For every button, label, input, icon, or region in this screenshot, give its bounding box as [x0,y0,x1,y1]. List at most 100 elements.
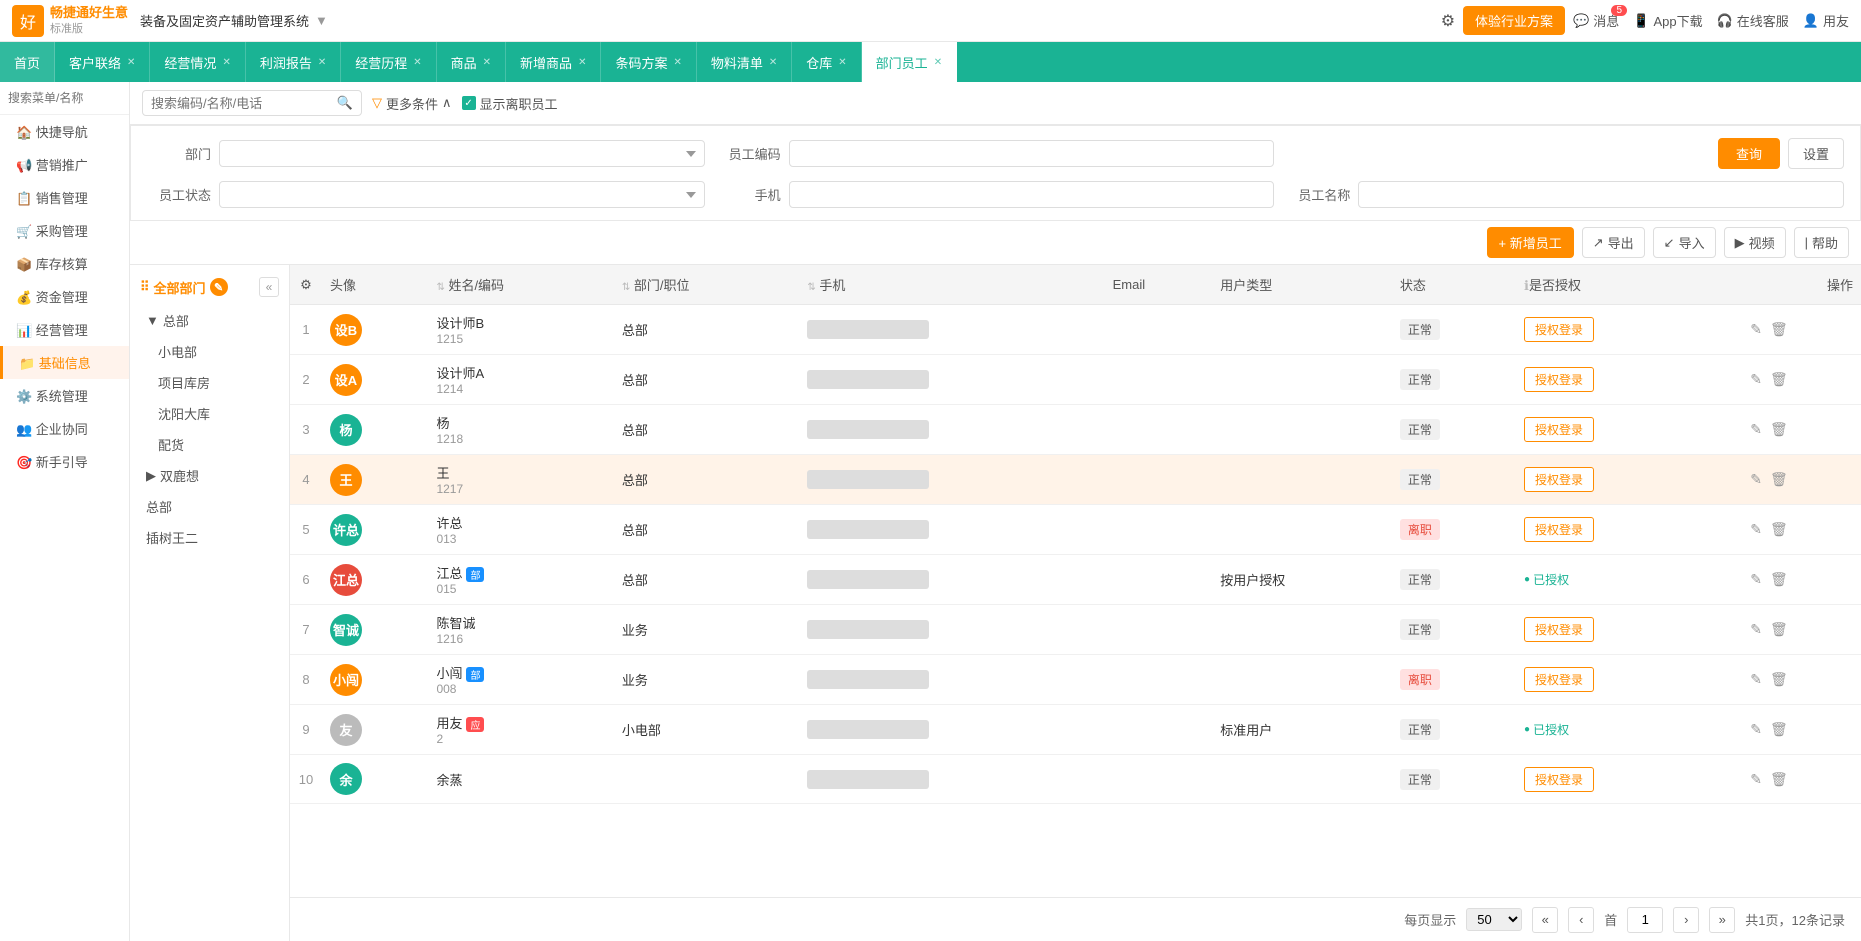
emp-status-select[interactable] [219,181,705,208]
dept-edit-icon[interactable]: ✎ [210,278,228,296]
last-page-button[interactable]: » [1709,907,1735,933]
edit-icon[interactable]: ✎ [1750,771,1762,788]
app-download-button[interactable]: 📱 App下载 [1633,11,1702,30]
dept-item-shenyang[interactable]: 沈阳大库 [142,398,289,429]
search-button[interactable]: 查询 [1718,138,1780,169]
emp-name-input[interactable] [1358,181,1844,208]
sidebar-item-system[interactable]: ⚙️ 系统管理 [0,379,129,412]
edit-icon[interactable]: ✎ [1750,421,1762,438]
settings-icon[interactable]: ⚙ [1441,11,1455,31]
edit-icon[interactable]: ✎ [1750,471,1762,488]
sidebar-item-guide[interactable]: 🎯 新手引导 [0,445,129,478]
sidebar-item-basic[interactable]: 📁 基础信息 [0,346,129,379]
more-conditions-button[interactable]: ▽ 更多条件 ∧ [372,94,452,113]
tab-home[interactable]: 首页 [0,42,55,82]
dept-item-project[interactable]: 项目库房 [142,367,289,398]
delete-icon[interactable]: 🗑 [1770,621,1788,638]
delete-icon[interactable]: 🗑 [1770,771,1788,788]
close-icon[interactable]: ✕ [673,57,681,68]
delete-icon[interactable]: 🗑 [1770,721,1788,738]
delete-icon[interactable]: 🗑 [1770,421,1788,438]
dept-group-shuanglu[interactable]: ▶ 双鹿想 [130,460,289,491]
authorize-button[interactable]: 授权登录 [1524,467,1594,492]
delete-icon[interactable]: 🗑 [1770,571,1788,588]
delete-icon[interactable]: 🗑 [1770,321,1788,338]
tab-history[interactable]: 经营历程 ✕ [341,42,436,82]
edit-icon[interactable]: ✎ [1750,671,1762,688]
first-page-button[interactable]: « [1532,907,1558,933]
close-icon[interactable]: ✕ [127,57,135,68]
authorize-button[interactable]: 授权登录 [1524,417,1594,442]
authorize-button[interactable]: 授权登录 [1524,517,1594,542]
show-resigned-toggle[interactable]: 显示离职员工 [462,94,558,113]
col-name[interactable]: ⇅ 姓名/编码 [428,265,613,305]
delete-icon[interactable]: 🗑 [1770,671,1788,688]
page-size-select[interactable]: 50 20 100 [1466,908,1522,931]
authorize-button[interactable]: 授权登录 [1524,367,1594,392]
tab-add-goods[interactable]: 新增商品 ✕ [506,42,601,82]
message-button[interactable]: 💬 消息 5 [1573,11,1619,30]
next-page-button[interactable]: › [1673,907,1699,933]
edit-icon[interactable]: ✎ [1750,371,1762,388]
dept-select[interactable] [219,140,705,167]
edit-icon[interactable]: ✎ [1750,571,1762,588]
trial-button[interactable]: 体验行业方案 [1463,6,1565,35]
delete-icon[interactable]: 🗑 [1770,521,1788,538]
phone-input[interactable] [789,181,1275,208]
edit-icon[interactable]: ✎ [1750,621,1762,638]
emp-code-input[interactable] [789,140,1275,167]
tab-client[interactable]: 客户联络 ✕ [55,42,150,82]
search-input[interactable] [151,96,331,111]
authorize-button[interactable]: 授权登录 [1524,617,1594,642]
online-service-button[interactable]: 🎧 在线客服 [1717,11,1789,30]
edit-icon[interactable]: ✎ [1750,321,1762,338]
sidebar-item-inventory[interactable]: 📦 库存核算 [0,247,129,280]
close-icon[interactable]: ✕ [318,57,326,68]
import-button[interactable]: ↙ 导入 [1653,227,1716,258]
dept-group-chashuwang[interactable]: 插树王二 [130,522,289,553]
sidebar-item-collab[interactable]: 👥 企业协同 [0,412,129,445]
col-dept[interactable]: ⇅ 部门/职位 [614,265,799,305]
col-phone[interactable]: ⇅ 手机 [799,265,1104,305]
delete-icon[interactable]: 🗑 [1770,371,1788,388]
close-icon[interactable]: ✕ [222,57,230,68]
tab-dept-employee[interactable]: 部门员工 ✕ [862,42,957,82]
prev-page-button[interactable]: ‹ [1568,907,1594,933]
tab-barcode[interactable]: 条码方案 ✕ [601,42,696,82]
dept-group-zongbu[interactable]: ▼ 总部 [130,305,289,336]
sidebar-item-sales[interactable]: 📋 销售管理 [0,181,129,214]
close-icon[interactable]: ✕ [934,57,942,68]
video-button[interactable]: ▶ 视频 [1724,227,1786,258]
export-button[interactable]: ↗ 导出 [1582,227,1645,258]
dept-group-zongbu2[interactable]: 总部 [130,491,289,522]
close-icon[interactable]: ✕ [578,57,586,68]
sidebar-item-purchase[interactable]: 🛒 采购管理 [0,214,129,247]
tab-operation[interactable]: 经营情况 ✕ [150,42,245,82]
close-icon[interactable]: ✕ [769,57,777,68]
page-number-input[interactable] [1627,907,1663,933]
dept-item-xiao-dian[interactable]: 小电部 [142,336,289,367]
sidebar-item-nav[interactable]: 🏠 快捷导航 [0,115,129,148]
authorize-button[interactable]: 授权登录 [1524,317,1594,342]
close-icon[interactable]: ✕ [838,57,846,68]
authorize-button[interactable]: 授权登录 [1524,667,1594,692]
set-button[interactable]: 设置 [1788,138,1844,169]
tab-goods[interactable]: 商品 ✕ [437,42,506,82]
sidebar-item-finance[interactable]: 💰 资金管理 [0,280,129,313]
edit-icon[interactable]: ✎ [1750,521,1762,538]
add-employee-button[interactable]: + 新增员工 [1487,227,1574,258]
dept-item-peihuo[interactable]: 配货 [142,429,289,460]
tab-profit[interactable]: 利润报告 ✕ [246,42,341,82]
tab-warehouse[interactable]: 仓库 ✕ [792,42,861,82]
resigned-checkbox[interactable] [462,96,476,110]
close-icon[interactable]: ✕ [483,57,491,68]
sidebar-search-input[interactable] [8,91,130,105]
tab-bom[interactable]: 物料清单 ✕ [697,42,792,82]
user-avatar[interactable]: 👤 用友 [1803,11,1849,30]
dept-panel-title[interactable]: ⠿ 全部部门 ✎ [140,278,228,297]
col-settings[interactable]: ⚙ [290,265,322,305]
sidebar-item-operation[interactable]: 📊 经营管理 [0,313,129,346]
dept-collapse-button[interactable]: « [259,277,279,297]
edit-icon[interactable]: ✎ [1750,721,1762,738]
system-dropdown-arrow[interactable]: ▼ [315,13,328,28]
